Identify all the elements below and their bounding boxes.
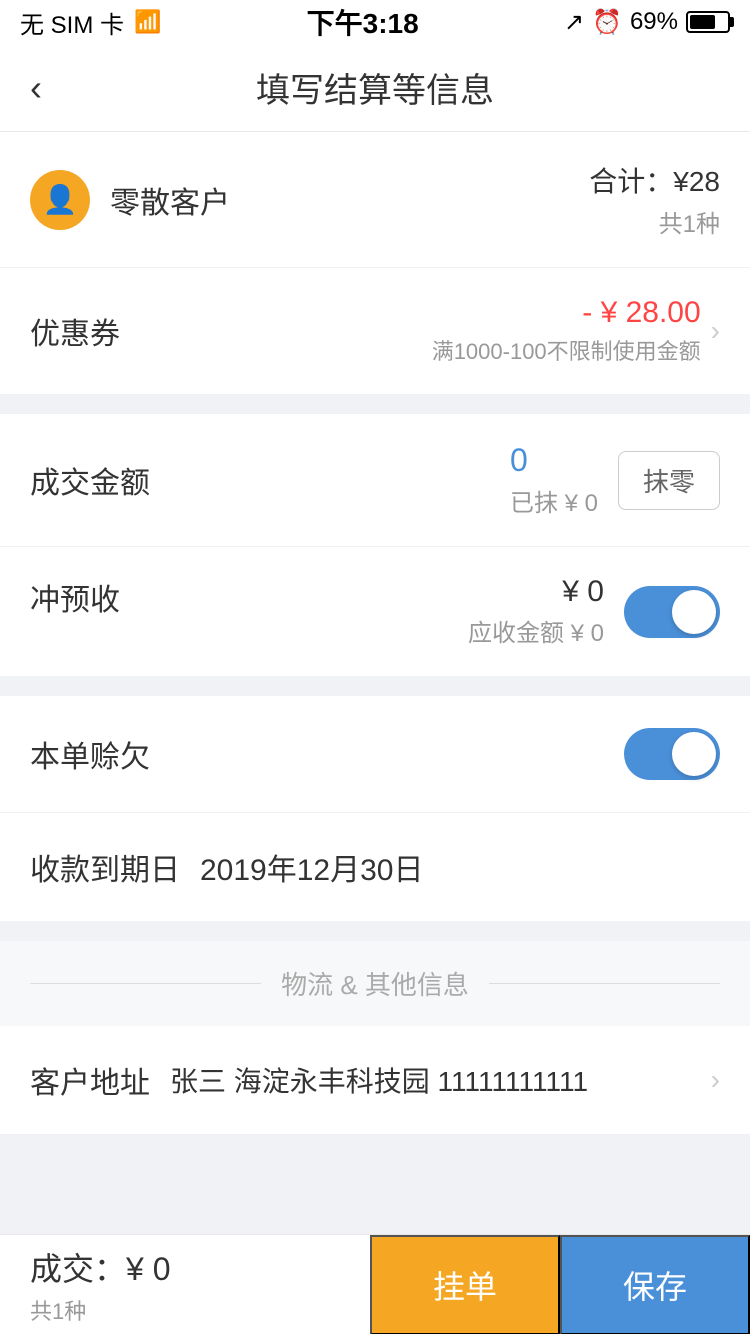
toggle-knob (672, 590, 716, 634)
transaction-right: 0 已抹 ¥ 0 抹零 (510, 442, 720, 518)
address-row[interactable]: 客户地址 张三 海淀永丰科技园 11111111111 › (0, 1026, 750, 1134)
transaction-label: 成交金额 (30, 458, 150, 502)
prepayment-amount: ¥ 0 (468, 575, 604, 609)
coupon-discount: - ¥ 28.00 (432, 296, 701, 330)
logistics-header: 物流 & 其他信息 (0, 941, 750, 1026)
logistics-line-right (489, 983, 720, 984)
status-bar: 无 SIM 卡 📶 下午3:18 ↗ ⏰ 69% (0, 0, 750, 44)
debt-row: 本单赊欠 (0, 696, 750, 812)
prepayment-toggle[interactable] (624, 586, 720, 638)
carrier-text: 无 SIM 卡 (20, 5, 124, 40)
logistics-label: 物流 & 其他信息 (281, 965, 469, 1002)
transaction-value: 0 (510, 442, 598, 479)
battery-icon (686, 11, 730, 33)
wifi-icon: 📶 (134, 9, 161, 35)
prepayment-amounts: ¥ 0 应收金额 ¥ 0 (468, 575, 604, 648)
debt-label: 本单赊欠 (30, 732, 150, 776)
save-button[interactable]: 保存 (560, 1235, 750, 1334)
total-amount: 合计：¥28 (589, 160, 720, 200)
prepayment-sub: 应收金额 ¥ 0 (468, 613, 604, 648)
bottom-summary: 成交：¥ 0 共1种 (0, 1244, 370, 1326)
coupon-chevron-icon: › (711, 315, 720, 347)
transaction-value-group: 0 已抹 ¥ 0 (510, 442, 598, 518)
page-title: 填写结算等信息 (256, 63, 494, 112)
avatar: 👤 (30, 170, 90, 230)
status-left: 无 SIM 卡 📶 (20, 5, 161, 40)
debt-section: 本单赊欠 收款到期日 2019年12月30日 (0, 696, 750, 921)
address-chevron-icon: › (711, 1064, 720, 1096)
total-count: 共1种 (589, 204, 720, 239)
transaction-row: 成交金额 0 已抹 ¥ 0 抹零 (0, 414, 750, 547)
coupon-row[interactable]: 优惠券 - ¥ 28.00 满1000-100不限制使用金额 › (0, 267, 750, 394)
battery-percent: 69% (630, 8, 678, 36)
customer-total: 合计：¥28 共1种 (589, 160, 720, 239)
alarm-icon: ⏰ (592, 8, 622, 37)
coupon-desc: 满1000-100不限制使用金额 (432, 334, 701, 366)
status-right: ↗ ⏰ 69% (564, 8, 730, 37)
bottom-transaction-label: 成交： (30, 1251, 126, 1287)
debt-toggle-knob (672, 732, 716, 776)
avatar-icon: 👤 (43, 183, 78, 216)
prepayment-row: 冲预收 ¥ 0 应收金额 ¥ 0 (0, 547, 750, 676)
debt-toggle[interactable] (624, 728, 720, 780)
customer-row: 👤 零散客户 合计：¥28 共1种 (0, 132, 750, 267)
transaction-sub: 已抹 ¥ 0 (510, 483, 598, 518)
customer-name: 零散客户 (110, 178, 230, 222)
coupon-right: - ¥ 28.00 满1000-100不限制使用金额 › (432, 296, 720, 366)
bottom-bar: 成交：¥ 0 共1种 挂单 保存 (0, 1234, 750, 1334)
address-label: 客户地址 (30, 1058, 150, 1102)
bottom-transaction-value: ¥ 0 (126, 1251, 170, 1287)
coupon-info: - ¥ 28.00 满1000-100不限制使用金额 (432, 296, 701, 366)
due-date-value: 2019年12月30日 (200, 845, 423, 889)
pending-button[interactable]: 挂单 (370, 1235, 560, 1334)
address-value: 张三 海淀永丰科技园 11111111111 (170, 1060, 711, 1100)
nav-bar: ‹ 填写结算等信息 (0, 44, 750, 132)
customer-section: 👤 零散客户 合计：¥28 共1种 优惠券 - ¥ 28.00 满1000-10… (0, 132, 750, 394)
coupon-label: 优惠券 (30, 309, 120, 353)
customer-info: 👤 零散客户 (30, 170, 230, 230)
prepayment-right: ¥ 0 应收金额 ¥ 0 (468, 575, 720, 648)
transaction-section: 成交金额 0 已抹 ¥ 0 抹零 冲预收 ¥ 0 应收金额 ¥ 0 (0, 414, 750, 676)
bottom-count: 共1种 (30, 1294, 340, 1326)
round-off-button[interactable]: 抹零 (618, 451, 720, 510)
location-icon: ↗ (564, 8, 584, 37)
content: 👤 零散客户 合计：¥28 共1种 优惠券 - ¥ 28.00 满1000-10… (0, 132, 750, 1274)
due-date-label: 收款到期日 (30, 845, 180, 889)
due-date-row: 收款到期日 2019年12月30日 (0, 812, 750, 921)
prepayment-label: 冲预收 (30, 575, 120, 619)
bottom-transaction-text: 成交：¥ 0 (30, 1244, 340, 1290)
status-time: 下午3:18 (307, 2, 419, 42)
back-button[interactable]: ‹ (30, 67, 42, 109)
logistics-line-left (30, 983, 261, 984)
logistics-section: 物流 & 其他信息 客户地址 张三 海淀永丰科技园 11111111111 › (0, 941, 750, 1134)
